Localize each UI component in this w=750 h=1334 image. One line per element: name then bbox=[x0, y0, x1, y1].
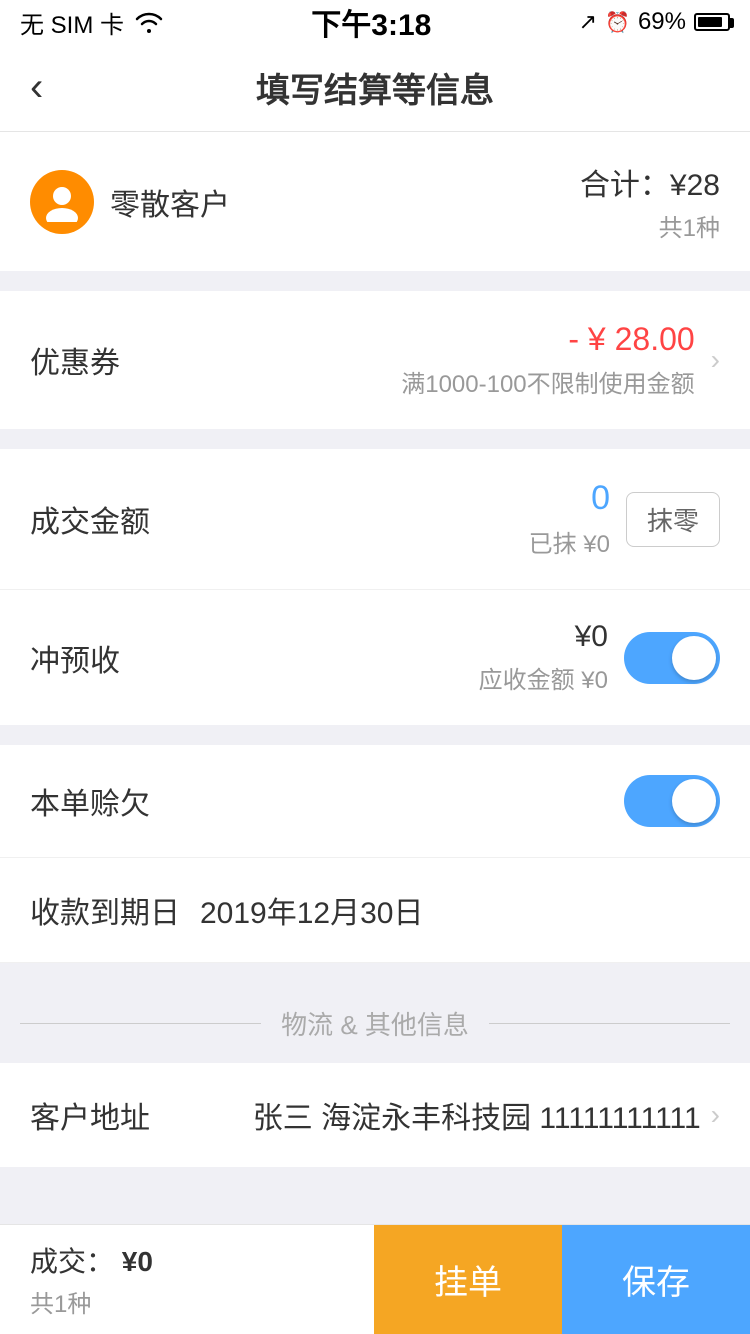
address-section[interactable]: 客户地址 张三 海淀永丰科技园 11111111111 › bbox=[0, 1063, 750, 1167]
coupon-row[interactable]: 优惠券 - ¥ 28.00 满1000-100不限制使用金额 › bbox=[0, 291, 750, 429]
status-time: 下午3:18 bbox=[311, 0, 431, 44]
back-button[interactable]: ‹ bbox=[30, 65, 43, 110]
save-button[interactable]: 保存 bbox=[562, 1225, 750, 1334]
gap-3 bbox=[0, 725, 750, 745]
coupon-chevron-icon: › bbox=[711, 344, 720, 376]
customer-section: 零散客户 合计：¥28 共1种 bbox=[0, 132, 750, 271]
address-label: 客户地址 bbox=[30, 1093, 150, 1137]
bottom-deal-count: 共1种 bbox=[30, 1284, 344, 1319]
coupon-value: - ¥ 28.00 bbox=[401, 321, 694, 358]
coupon-sub: 满1000-100不限制使用金额 bbox=[401, 364, 694, 399]
deal-amount-right: 0 已抹 ¥0 抹零 bbox=[529, 479, 720, 559]
debt-row: 本单赊欠 bbox=[0, 745, 750, 858]
prepay-right: ¥0 应收金额 ¥0 bbox=[479, 620, 720, 695]
due-date-row: 收款到期日 2019年12月30日 bbox=[0, 858, 750, 963]
bottom-deal-value: ¥0 bbox=[122, 1246, 153, 1277]
deal-amount-label: 成交金额 bbox=[30, 497, 150, 541]
toggle-circle bbox=[672, 636, 716, 680]
prepay-label: 冲预收 bbox=[30, 636, 120, 680]
address-chevron-icon: › bbox=[711, 1099, 720, 1131]
deal-amount-value: 0 bbox=[529, 479, 610, 518]
alarm-icon: ⏰ bbox=[605, 10, 630, 35]
maling-button[interactable]: 抹零 bbox=[626, 492, 720, 547]
customer-name: 零散客户 bbox=[110, 180, 230, 224]
sim-label: 无 SIM 卡 bbox=[20, 5, 124, 40]
battery-icon bbox=[694, 13, 730, 31]
prepay-sub: 应收金额 ¥0 bbox=[479, 660, 608, 695]
due-date-label: 收款到期日 bbox=[30, 888, 180, 932]
address-row[interactable]: 客户地址 张三 海淀永丰科技园 11111111111 › bbox=[0, 1063, 750, 1167]
coupon-right: - ¥ 28.00 满1000-100不限制使用金额 › bbox=[401, 321, 720, 399]
battery-percent: 69% bbox=[638, 8, 686, 36]
deal-amount-row: 成交金额 0 已抹 ¥0 抹零 bbox=[0, 449, 750, 590]
deal-amount-sub: 已抹 ¥0 bbox=[529, 524, 610, 559]
prepay-value-col: ¥0 应收金额 ¥0 bbox=[479, 620, 608, 695]
total-count: 共1种 bbox=[580, 208, 720, 243]
gap-4 bbox=[0, 963, 750, 983]
coupon-value-col: - ¥ 28.00 满1000-100不限制使用金额 bbox=[401, 321, 694, 399]
nav-bar: ‹ 填写结算等信息 bbox=[0, 44, 750, 132]
deal-amount-col: 0 已抹 ¥0 bbox=[529, 479, 610, 559]
debt-toggle-circle bbox=[672, 779, 716, 823]
debt-toggle[interactable] bbox=[624, 775, 720, 827]
main-content: 零散客户 合计：¥28 共1种 优惠券 - ¥ 28.00 满1000-100不… bbox=[0, 132, 750, 1287]
avatar bbox=[30, 170, 94, 234]
bottom-deal-text: 成交： bbox=[30, 1246, 114, 1277]
coupon-section[interactable]: 优惠券 - ¥ 28.00 满1000-100不限制使用金额 › bbox=[0, 291, 750, 429]
logistics-divider: 物流 & 其他信息 bbox=[0, 983, 750, 1063]
debt-section: 本单赊欠 收款到期日 2019年12月30日 bbox=[0, 745, 750, 963]
debt-right bbox=[624, 775, 720, 827]
gap-1 bbox=[0, 271, 750, 291]
customer-right: 合计：¥28 共1种 bbox=[580, 160, 720, 243]
bottom-deal-label: 成交： ¥0 bbox=[30, 1240, 344, 1280]
status-right: ↗ ⏰ 69% bbox=[579, 8, 730, 36]
prepay-row: 冲预收 ¥0 应收金额 ¥0 bbox=[0, 590, 750, 725]
deal-prepay-section: 成交金额 0 已抹 ¥0 抹零 冲预收 ¥0 应收金额 ¥0 bbox=[0, 449, 750, 725]
bottom-buttons: 挂单 保存 bbox=[374, 1225, 750, 1334]
address-value: 张三 海淀永丰科技园 11111111111 bbox=[150, 1093, 701, 1137]
debt-label: 本单赊欠 bbox=[30, 779, 150, 823]
customer-left: 零散客户 bbox=[30, 170, 230, 234]
hang-button[interactable]: 挂单 bbox=[374, 1225, 562, 1334]
logistics-label: 物流 & 其他信息 bbox=[281, 1005, 469, 1042]
location-icon: ↗ bbox=[579, 9, 597, 35]
gap-2 bbox=[0, 429, 750, 449]
bottom-bar: 成交： ¥0 共1种 挂单 保存 bbox=[0, 1224, 750, 1334]
wifi-icon bbox=[134, 11, 164, 33]
prepay-value: ¥0 bbox=[479, 620, 608, 654]
total-amount: 合计：¥28 bbox=[580, 160, 720, 204]
prepay-toggle[interactable] bbox=[624, 632, 720, 684]
avatar-icon bbox=[42, 182, 82, 222]
coupon-label: 优惠券 bbox=[30, 338, 120, 382]
status-left: 无 SIM 卡 bbox=[20, 5, 164, 40]
page-title: 填写结算等信息 bbox=[256, 63, 494, 112]
due-date-value: 2019年12月30日 bbox=[200, 888, 423, 932]
bottom-deal-info: 成交： ¥0 共1种 bbox=[0, 1240, 374, 1319]
status-bar: 无 SIM 卡 下午3:18 ↗ ⏰ 69% bbox=[0, 0, 750, 44]
